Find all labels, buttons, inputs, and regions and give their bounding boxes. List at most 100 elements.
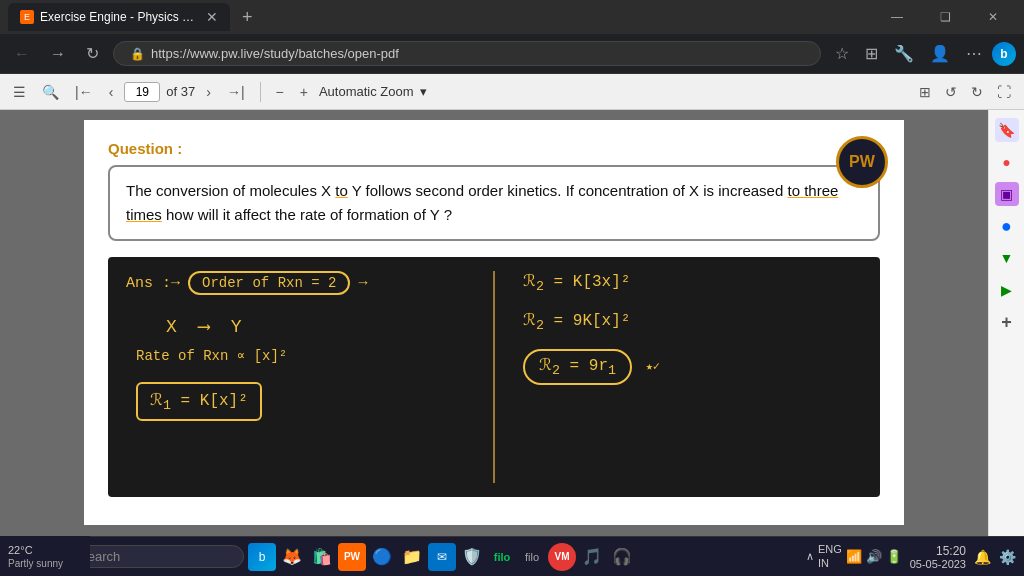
taskbar-icon-shield[interactable]: 🛡️ (458, 543, 486, 571)
rotate-cw-btn[interactable]: ↻ (966, 82, 988, 102)
pw-logo-text: PW (849, 154, 875, 170)
answer-confirmed: ★✓ (646, 360, 660, 374)
r2-eq3-box: ℛ2 = 9r1 (523, 349, 632, 384)
weather-desc: Partly sunny (8, 558, 90, 569)
pdf-toolbar: ☰ 🔍 |← ‹ of 37 › →| − + Automatic Zoom ▾… (0, 74, 1024, 110)
reaction-eq: X ⟶ Y (166, 315, 465, 337)
fullscreen-btn[interactable]: ⛶ (992, 82, 1016, 102)
minimize-btn[interactable]: — (874, 0, 920, 34)
notification-btn[interactable]: 🔔 (974, 549, 991, 565)
taskbar-icon-filo[interactable]: filo (488, 543, 516, 571)
taskbar-icon-pw[interactable]: PW (338, 543, 366, 571)
r1-equation-box: ℛ1 = K[x]² (136, 382, 262, 421)
lang-label: ENGIN (818, 543, 842, 569)
system-tray: ∧ ENGIN 📶 🔊 🔋 (806, 543, 902, 569)
question-text-part2: Y follows second order kinetics. If conc… (348, 182, 788, 199)
weather-widget: 22°C Partly sunny (0, 536, 90, 576)
panel-download-icon[interactable]: ▼ (995, 246, 1019, 270)
taskbar-icon-edge[interactable]: b (248, 543, 276, 571)
rate-proportional: Rate of Rxn ∝ [x]² (136, 347, 465, 364)
question-text-part3: how will it affect the rate of formation… (162, 206, 452, 223)
clock[interactable]: 15:20 05-05-2023 (910, 544, 966, 570)
taskbar-icon-files[interactable]: 📁 (398, 543, 426, 571)
taskbar-icon-filo2[interactable]: filo (518, 543, 546, 571)
next-page-btn[interactable]: › (201, 82, 216, 102)
tab-title: Exercise Engine - Physics Wallah (40, 10, 200, 24)
taskbar-icon-firefox[interactable]: 🦊 (278, 543, 306, 571)
new-tab-btn[interactable]: + (234, 7, 261, 28)
tab-close-btn[interactable]: ✕ (206, 9, 218, 25)
taskbar-icon-spotify[interactable]: 🎵 (578, 543, 606, 571)
taskbar-right: ∧ ENGIN 📶 🔊 🔋 15:20 05-05-2023 🔔 ⚙️ (806, 543, 1016, 569)
last-page-btn[interactable]: →| (222, 82, 250, 102)
taskbar-icon-store[interactable]: 🛍️ (308, 543, 336, 571)
taskbar: 🔍 Search b 🦊 🛍️ PW 🔵 📁 ✉ 🛡️ filo filo VM… (0, 536, 1024, 576)
panel-add-icon[interactable]: + (995, 310, 1019, 334)
active-tab[interactable]: E Exercise Engine - Physics Wallah ✕ (8, 3, 230, 31)
maximize-btn[interactable]: ❑ (922, 0, 968, 34)
window-controls: — ❑ ✕ (874, 0, 1016, 34)
pdf-outer: PW Question : The conversion of molecule… (0, 110, 1024, 536)
url-bar[interactable]: 🔒 https://www.pw.live/study/batches/open… (113, 41, 821, 66)
ans-label: Ans :→ (126, 275, 180, 292)
refresh-btn[interactable]: ↻ (80, 40, 105, 67)
extensions-btn[interactable]: 🔧 (888, 40, 920, 67)
sidebar-toggle-btn[interactable]: ☰ (8, 82, 31, 102)
zoom-label: Automatic Zoom (319, 84, 414, 99)
pw-logo: PW (836, 136, 888, 188)
wifi-icon[interactable]: 📶 (846, 549, 862, 564)
question-underline-to: to (335, 182, 348, 199)
temperature: 22°C (8, 543, 90, 557)
right-tools: ⊞ ↺ ↻ ⛶ (914, 82, 1016, 102)
first-page-btn[interactable]: |← (70, 82, 98, 102)
page-total: of 37 (166, 84, 195, 99)
browser-actions: ☆ ⊞ 🔧 👤 ⋯ b (829, 40, 1016, 67)
chalkboard: Ans :→ Order of Rxn = 2 → X ⟶ Y Rate of … (108, 257, 880, 497)
question-box: The conversion of molecules X to Y follo… (108, 165, 880, 241)
panel-green-arrow-icon[interactable]: ▶ (995, 278, 1019, 302)
order-box: Order of Rxn = 2 (188, 271, 350, 295)
page-number-input[interactable] (124, 82, 160, 102)
pdf-scroll: PW Question : The conversion of molecule… (0, 110, 988, 536)
taskbar-icon-chrome[interactable]: 🔵 (368, 543, 396, 571)
panel-blue-icon[interactable]: ● (995, 214, 1019, 238)
tray-up-arrow[interactable]: ∧ (806, 550, 814, 563)
right-math: ℛ2 = K[3x]² ℛ2 = 9K[x]² ℛ2 = 9r1 ★✓ (523, 271, 862, 483)
zoom-in-btn[interactable]: + (295, 82, 313, 102)
left-math: Ans :→ Order of Rxn = 2 → X ⟶ Y Rate of … (126, 271, 465, 483)
panel-app-icon[interactable]: ▣ (995, 182, 1019, 206)
taskbar-icon-mail[interactable]: ✉ (428, 543, 456, 571)
prev-page-btn[interactable]: ‹ (104, 82, 119, 102)
search-pdf-btn[interactable]: 🔍 (37, 82, 64, 102)
favorites-btn[interactable]: ☆ (829, 40, 855, 67)
collections-btn[interactable]: ⊞ (859, 40, 884, 67)
edge-logo: b (992, 42, 1016, 66)
question-label: Question : (108, 140, 880, 157)
battery-icon[interactable]: 🔋 (886, 549, 902, 564)
rotate-btn[interactable]: ↺ (940, 82, 962, 102)
account-btn[interactable]: 👤 (924, 40, 956, 67)
zoom-out-btn[interactable]: − (271, 82, 289, 102)
more-btn[interactable]: ⋯ (960, 40, 988, 67)
r2-eq1: ℛ2 = K[3x]² (523, 271, 862, 294)
question-text-part1: The conversion of molecules X (126, 182, 335, 199)
tab-favicon: E (20, 10, 34, 24)
forward-btn[interactable]: → (44, 41, 72, 67)
close-btn[interactable]: ✕ (970, 0, 1016, 34)
settings-btn[interactable]: ⚙️ (999, 549, 1016, 565)
spread-btn[interactable]: ⊞ (914, 82, 936, 102)
pdf-page: PW Question : The conversion of molecule… (84, 120, 904, 525)
tab-bar: E Exercise Engine - Physics Wallah ✕ + —… (0, 0, 1024, 34)
taskbar-icon-vm[interactable]: VM (548, 543, 576, 571)
r2-eq2: ℛ2 = 9K[x]² (523, 310, 862, 333)
taskbar-icon-music[interactable]: 🎧 (608, 543, 636, 571)
panel-bookmark-icon[interactable]: 🔖 (995, 118, 1019, 142)
back-btn[interactable]: ← (8, 41, 36, 67)
taskbar-pinned-icons: b 🦊 🛍️ PW 🔵 📁 ✉ 🛡️ filo filo VM 🎵 🎧 (248, 543, 636, 571)
lock-icon: 🔒 (130, 47, 145, 61)
panel-pencil-icon[interactable]: ● (995, 150, 1019, 174)
url-text: https://www.pw.live/study/batches/open-p… (151, 46, 399, 61)
volume-icon[interactable]: 🔊 (866, 549, 882, 564)
clock-time: 15:20 (910, 544, 966, 558)
zoom-dropdown-icon[interactable]: ▾ (420, 84, 427, 99)
